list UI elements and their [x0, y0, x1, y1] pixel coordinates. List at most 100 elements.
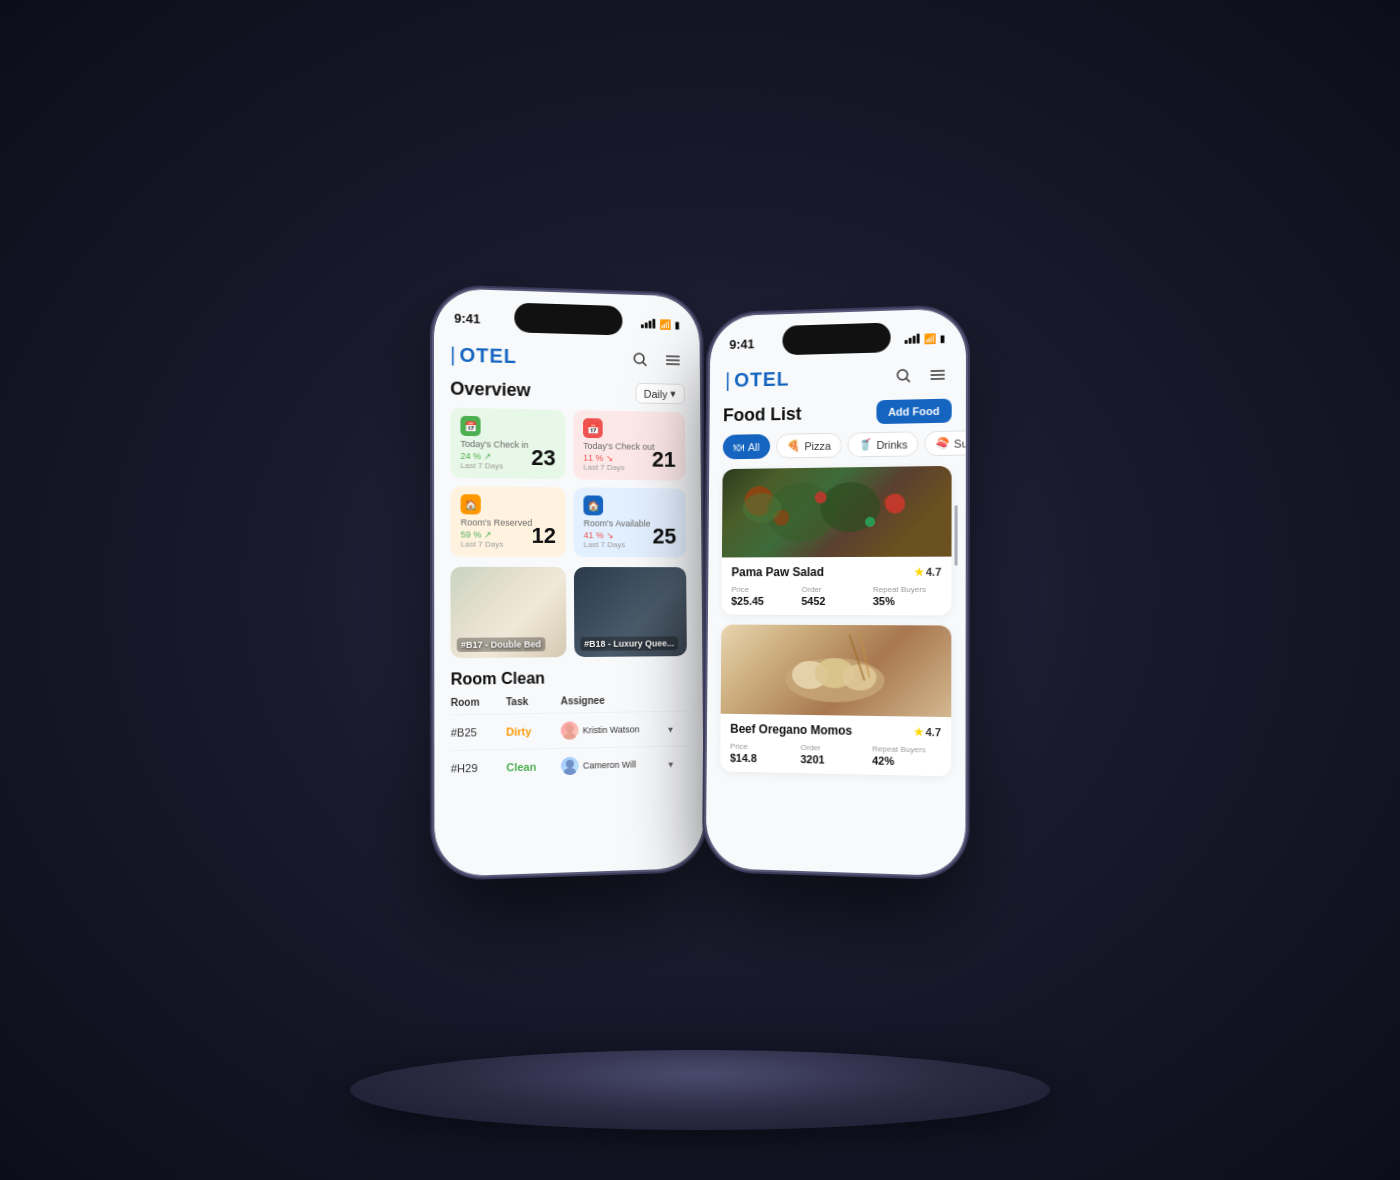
- buyers-label-salad: Repeat Buyers: [873, 585, 942, 594]
- overview-section-header: Overview Daily ▾: [434, 374, 700, 412]
- phone-right: 9:41 📶 ▮ OTEL: [706, 308, 966, 876]
- search-icon-right[interactable]: [891, 364, 915, 388]
- stage-platform: [250, 1050, 1150, 1130]
- star-icon-salad: ★: [914, 565, 924, 578]
- food-card-salad[interactable]: Pama Paw Salad ★ 4.7 Price $25.45 Order: [721, 466, 951, 615]
- order-label-salad: Order: [801, 585, 868, 594]
- phone-left-screen: 9:41 📶 ▮ OTEL: [434, 288, 704, 877]
- row1-task: Dirty: [506, 725, 561, 738]
- search-icon-left[interactable]: [628, 347, 651, 371]
- svg-line-10: [906, 379, 909, 382]
- room-b18-label: #B18 - Luxury Quee...: [580, 636, 678, 651]
- cat-pizza-label: Pizza: [804, 439, 830, 451]
- battery-icon-right: ▮: [940, 332, 946, 343]
- food-name-salad: Pama Paw Salad: [731, 565, 824, 579]
- phone-left: 9:41 📶 ▮ OTEL: [434, 288, 704, 877]
- room-clean-section: Room Clean Room Task Assignee #B25 Dirty: [434, 668, 703, 787]
- food-name-row-salad: Pama Paw Salad ★ 4.7: [731, 565, 941, 579]
- category-tab-pizza[interactable]: 🍕 Pizza: [776, 433, 842, 459]
- food-categories: 🍽 All 🍕 Pizza 🥤 Drinks 🍣 Sus: [709, 430, 966, 469]
- row2-room: #H29: [451, 761, 506, 774]
- row1-assignee: Kristin Watson: [561, 720, 668, 740]
- rating-value-salad: 4.7: [926, 566, 942, 578]
- row2-assignee: Cameron Will: [561, 755, 669, 775]
- menu-icon-left[interactable]: [661, 348, 684, 372]
- order-col-momos: Order 3201: [800, 743, 868, 767]
- price-label-salad: Price: [731, 585, 797, 594]
- daily-filter-btn[interactable]: Daily ▾: [635, 383, 685, 405]
- cat-sus-icon: 🍣: [936, 437, 950, 450]
- avatar-cameron: [561, 757, 579, 776]
- status-time-right: 9:41: [729, 336, 754, 351]
- buyers-value-momos: 42%: [872, 754, 941, 768]
- col-header-assignee: Assignee: [561, 694, 668, 707]
- stat-available[interactable]: 🏠 Room's Available 41 % ↘ Last 7 Days 25: [573, 487, 686, 557]
- reserved-icon: 🏠: [461, 494, 481, 514]
- cat-sus-label: Sus: [954, 437, 966, 449]
- stat-reserved[interactable]: 🏠 Room's Reserved 59 % ↗ Last 7 Days 12: [450, 486, 566, 557]
- category-tab-sus[interactable]: 🍣 Sus: [925, 430, 966, 456]
- daily-filter-arrow: ▾: [670, 388, 676, 401]
- order-col-salad: Order 5452: [801, 585, 868, 607]
- dynamic-island-right: [782, 323, 890, 356]
- buyers-col-momos: Repeat Buyers 42%: [872, 744, 941, 768]
- checkout-icon: 📅: [583, 418, 603, 438]
- app-header-right: OTEL: [710, 358, 966, 400]
- stage-ellipse: [350, 1050, 1050, 1130]
- price-col-salad: Price $25.45: [731, 585, 797, 607]
- add-food-button[interactable]: Add Food: [876, 399, 952, 425]
- col-header-task: Task: [506, 695, 561, 707]
- svg-point-19: [883, 495, 897, 509]
- food-name-row-momos: Beef Oregano Momos ★ 4.7: [730, 722, 941, 740]
- daily-filter-label: Daily: [644, 387, 668, 399]
- row2-task: Clean: [506, 760, 561, 773]
- phone-right-screen: 9:41 📶 ▮ OTEL: [706, 308, 966, 876]
- star-icon-momos: ★: [913, 725, 923, 738]
- stat-checkin[interactable]: 📅 Today's Check in 24 % ↗ Last 7 Days 23: [450, 408, 565, 480]
- food-list-container: Pama Paw Salad ★ 4.7 Price $25.45 Order: [707, 466, 966, 777]
- stats-grid: 📅 Today's Check in 24 % ↗ Last 7 Days 23…: [434, 407, 701, 567]
- order-value-salad: 5452: [801, 595, 868, 607]
- table-row: #H29 Clean Cameron Will ▾: [451, 745, 688, 786]
- room-clean-title: Room Clean: [451, 668, 687, 689]
- price-label-momos: Price: [730, 742, 797, 752]
- food-stats-salad: Price $25.45 Order 5452 Repeat Buyers 35…: [731, 585, 941, 607]
- svg-line-1: [643, 362, 646, 365]
- row1-chevron[interactable]: ▾: [668, 723, 687, 734]
- room-card-b18[interactable]: #B18 - Luxury Quee...: [574, 567, 687, 657]
- food-card-momos[interactable]: Beef Oregano Momos ★ 4.7 Price $14.8 Ord…: [720, 625, 951, 777]
- signal-icon-right: [905, 334, 920, 344]
- rating-value-momos: 4.7: [925, 726, 941, 738]
- buyers-value-salad: 35%: [873, 595, 942, 607]
- svg-point-6: [564, 732, 576, 739]
- category-tab-drinks[interactable]: 🥤 Drinks: [848, 431, 919, 457]
- food-img-salad: [722, 466, 952, 558]
- available-number: 25: [652, 524, 676, 550]
- category-tab-all[interactable]: 🍽 All: [723, 434, 771, 459]
- buyers-col-salad: Repeat Buyers 35%: [873, 585, 942, 607]
- stat-checkout[interactable]: 📅 Today's Check out 11 % ↘ Last 7 Days 2…: [573, 410, 685, 481]
- menu-icon-right[interactable]: [926, 363, 950, 388]
- hotel-logo-text-right: OTEL: [734, 367, 790, 391]
- row2-chevron[interactable]: ▾: [668, 758, 687, 769]
- hotel-logo-left: OTEL: [450, 343, 517, 368]
- checkin-number: 23: [531, 445, 555, 471]
- row1-room: #B25: [451, 726, 506, 739]
- table-row: #B25 Dirty Kristin Watson ▾: [451, 711, 688, 750]
- food-rating-salad: ★ 4.7: [914, 565, 942, 578]
- status-time-left: 9:41: [454, 310, 480, 326]
- room-card-b17[interactable]: #B17 - Double Bed: [450, 567, 566, 658]
- room-clean-table: Room Task Assignee #B25 Dirty: [451, 694, 688, 786]
- status-icons-right: 📶 ▮: [905, 332, 946, 344]
- food-list-title: Food List: [723, 403, 802, 425]
- price-value-momos: $14.8: [730, 752, 797, 765]
- checkin-icon: 📅: [460, 416, 480, 436]
- food-info-salad: Pama Paw Salad ★ 4.7 Price $25.45 Order: [721, 557, 951, 616]
- col-header-room: Room: [451, 696, 506, 708]
- dynamic-island-left: [514, 303, 622, 336]
- overview-title: Overview: [450, 379, 530, 402]
- avatar-kristin: [561, 721, 579, 739]
- row2-name: Cameron Will: [583, 759, 636, 770]
- cat-drinks-icon: 🥤: [859, 438, 873, 451]
- food-header: Food List Add Food: [709, 394, 965, 435]
